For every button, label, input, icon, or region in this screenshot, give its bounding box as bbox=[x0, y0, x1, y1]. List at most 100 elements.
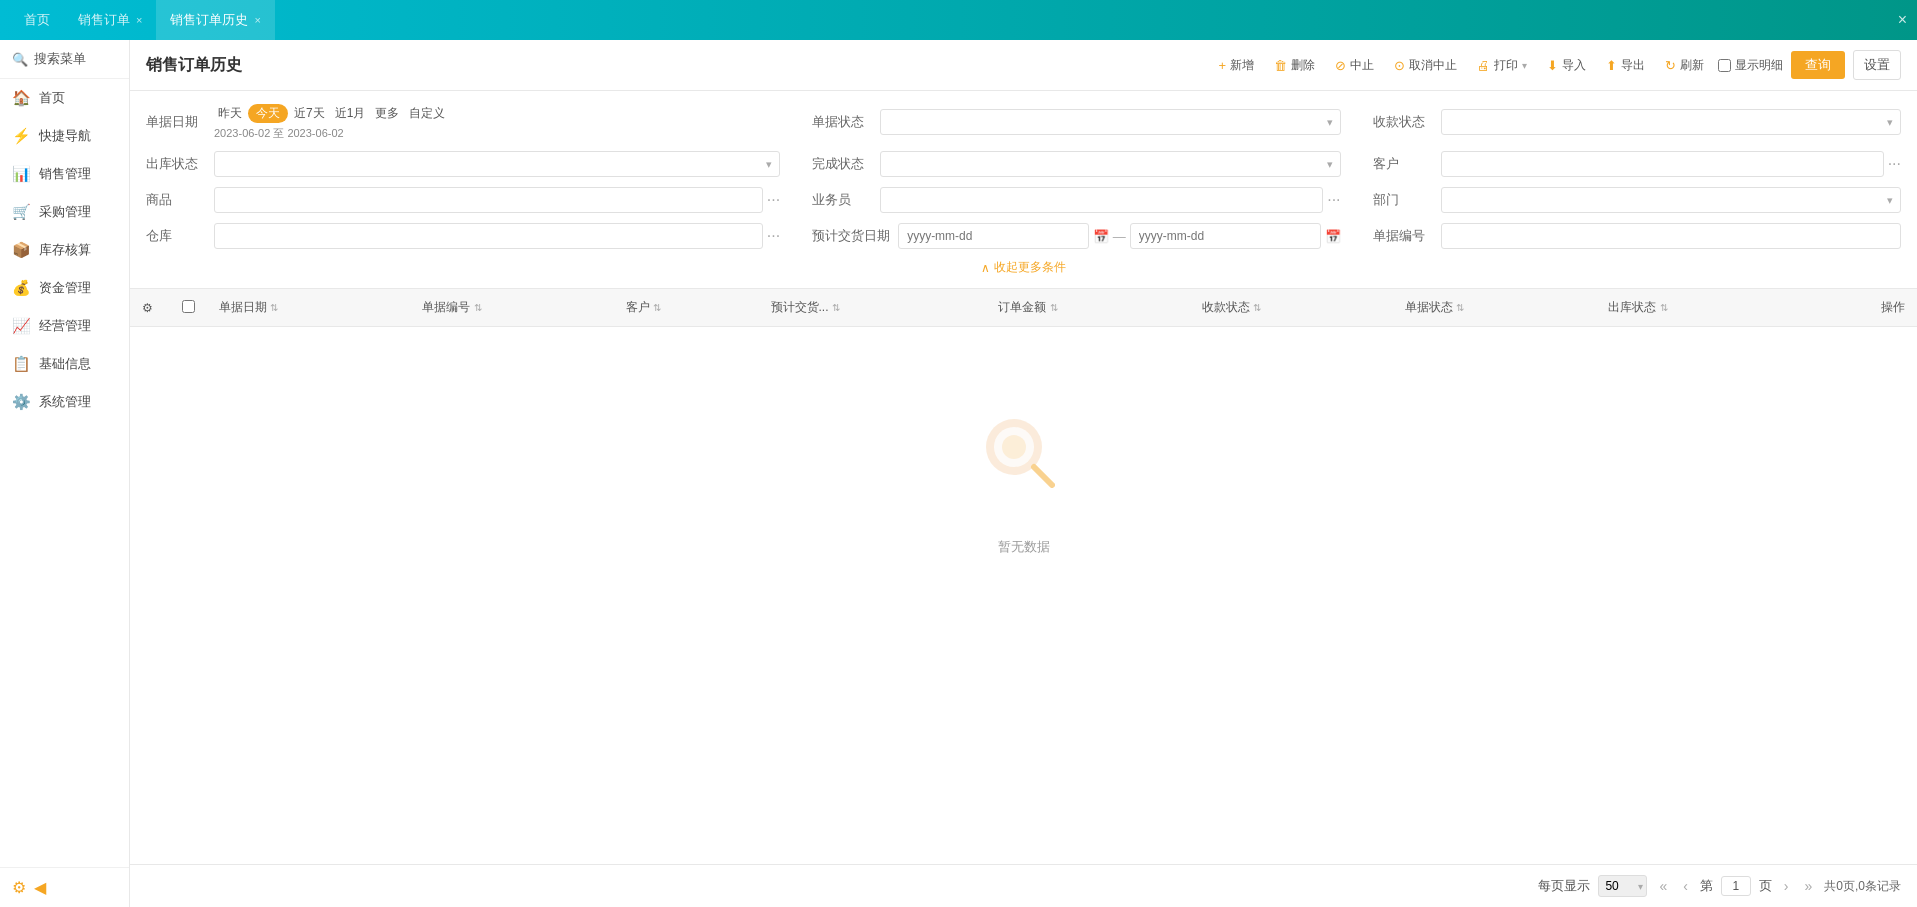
department-select[interactable] bbox=[1441, 187, 1901, 213]
sidebar-item-quick-nav[interactable]: ⚡ 快捷导航 bbox=[0, 117, 129, 155]
top-bar-right: × bbox=[1898, 11, 1907, 29]
next-page-button[interactable]: › bbox=[1780, 876, 1793, 896]
select-all-checkbox[interactable] bbox=[182, 300, 195, 313]
cancel-stop-button[interactable]: ⊙ 取消中止 bbox=[1388, 53, 1463, 78]
toolbar: + 新增 🗑 删除 ⊘ 中止 ⊙ 取消中止 🖨 打印 bbox=[1212, 50, 1901, 80]
th-outbound-status-label: 出库状态 bbox=[1608, 300, 1656, 314]
th-outbound-status-sort-icon: ⇅ bbox=[1660, 302, 1668, 313]
product-input[interactable] bbox=[214, 187, 763, 213]
query-button[interactable]: 查询 bbox=[1791, 51, 1845, 79]
sidebar-item-inventory[interactable]: 📦 库存核算 bbox=[0, 231, 129, 269]
date-7days-btn[interactable]: 近7天 bbox=[290, 103, 329, 124]
th-date[interactable]: 单据日期 ⇅ bbox=[207, 289, 410, 327]
th-date-sort-icon: ⇅ bbox=[270, 302, 278, 313]
current-page-input[interactable]: 1 bbox=[1721, 876, 1751, 896]
complete-status-select[interactable] bbox=[880, 151, 1340, 177]
filter-row-4: 仓库 ··· 预计交货日期 📅 — 📅 bbox=[146, 223, 1901, 249]
tab-sales-order-close[interactable]: × bbox=[136, 14, 142, 26]
expected-date-to-input[interactable] bbox=[1130, 223, 1321, 249]
tab-sales-order-history-close[interactable]: × bbox=[254, 14, 260, 26]
filter-row-2: 出库状态 ▾ 完成状态 ▾ bbox=[146, 151, 1901, 177]
outbound-status-select[interactable] bbox=[214, 151, 780, 177]
tab-home[interactable]: 首页 bbox=[10, 0, 64, 40]
display-toggle[interactable]: 显示明细 bbox=[1718, 57, 1783, 74]
content-area: 销售订单历史 + 新增 🗑 删除 ⊘ 中止 ⊙ 取消中止 bbox=[130, 40, 1917, 907]
filter-sales-rep: 业务员 ··· bbox=[812, 187, 1340, 213]
th-customer[interactable]: 客户 ⇅ bbox=[614, 289, 759, 327]
sidebar-settings-button[interactable]: ⚙ bbox=[12, 878, 26, 897]
th-customer-sort-icon: ⇅ bbox=[653, 302, 661, 313]
sidebar-item-sales[interactable]: 📊 销售管理 bbox=[0, 155, 129, 193]
sidebar-item-home[interactable]: 🏠 首页 bbox=[0, 79, 129, 117]
last-page-button[interactable]: » bbox=[1801, 876, 1817, 896]
sidebar-item-operation[interactable]: 📈 经营管理 bbox=[0, 307, 129, 345]
th-order-status[interactable]: 单据状态 ⇅ bbox=[1393, 289, 1596, 327]
import-button[interactable]: ⬇ 导入 bbox=[1541, 53, 1592, 78]
page-unit: 页 bbox=[1759, 877, 1772, 895]
svg-line-2 bbox=[1034, 467, 1052, 485]
th-order-status-sort-icon: ⇅ bbox=[1456, 302, 1464, 313]
sidebar-item-finance[interactable]: 💰 资金管理 bbox=[0, 269, 129, 307]
th-no[interactable]: 单据编号 ⇅ bbox=[410, 289, 613, 327]
expected-date-from-input[interactable] bbox=[898, 223, 1089, 249]
customer-dots[interactable]: ··· bbox=[1888, 155, 1901, 173]
th-checkbox[interactable] bbox=[170, 289, 207, 327]
th-gear[interactable]: ⚙ bbox=[130, 289, 170, 327]
page-size-select[interactable]: 10 20 50 100 bbox=[1598, 875, 1647, 897]
th-outbound-status[interactable]: 出库状态 ⇅ bbox=[1596, 289, 1799, 327]
add-button[interactable]: + 新增 bbox=[1212, 53, 1260, 78]
calendar-from-icon[interactable]: 📅 bbox=[1093, 229, 1109, 244]
gear-icon[interactable]: ⚙ bbox=[142, 301, 153, 315]
delete-button[interactable]: 🗑 删除 bbox=[1268, 53, 1321, 78]
receipt-status-select[interactable] bbox=[1441, 109, 1901, 135]
th-amount-sort-icon: ⇅ bbox=[1050, 302, 1058, 313]
th-date-label: 单据日期 bbox=[219, 300, 267, 314]
th-expected-date[interactable]: 预计交货... ⇅ bbox=[759, 289, 987, 327]
table-body: 暂无数据 bbox=[130, 327, 1917, 637]
sidebar-collapse-button[interactable]: ◀ bbox=[34, 878, 46, 897]
calendar-to-icon[interactable]: 📅 bbox=[1325, 229, 1341, 244]
settings-button[interactable]: 设置 bbox=[1853, 50, 1901, 80]
tab-sales-order-history[interactable]: 销售订单历史 × bbox=[156, 0, 274, 40]
filter-order-status: 单据状态 ▾ bbox=[812, 109, 1340, 135]
refresh-button[interactable]: ↻ 刷新 bbox=[1659, 53, 1710, 78]
sales-rep-dots[interactable]: ··· bbox=[1327, 191, 1340, 209]
collapse-row[interactable]: ∧ 收起更多条件 bbox=[146, 259, 1901, 276]
sidebar-item-purchase[interactable]: 🛒 采购管理 bbox=[0, 193, 129, 231]
th-amount[interactable]: 订单金额 ⇅ bbox=[986, 289, 1189, 327]
window-close-button[interactable]: × bbox=[1898, 11, 1907, 29]
tab-sales-order[interactable]: 销售订单 × bbox=[64, 0, 156, 40]
first-page-button[interactable]: « bbox=[1655, 876, 1671, 896]
order-status-select[interactable] bbox=[880, 109, 1340, 135]
sidebar-item-system[interactable]: ⚙️ 系统管理 bbox=[0, 383, 129, 421]
date-custom-btn[interactable]: 自定义 bbox=[405, 103, 449, 124]
empty-icon bbox=[974, 407, 1074, 526]
filter-receipt-status: 收款状态 ▾ bbox=[1373, 109, 1901, 135]
date-yesterday-btn[interactable]: 昨天 bbox=[214, 103, 246, 124]
svg-point-3 bbox=[1002, 435, 1026, 459]
export-button[interactable]: ⬆ 导出 bbox=[1600, 53, 1651, 78]
basic-info-icon: 📋 bbox=[12, 355, 31, 373]
main-layout: 🔍 搜索菜单 🏠 首页 ⚡ 快捷导航 📊 销售管理 🛒 采购管理 📦 库存核算 … bbox=[0, 40, 1917, 907]
th-receipt-status[interactable]: 收款状态 ⇅ bbox=[1190, 289, 1393, 327]
warehouse-dots[interactable]: ··· bbox=[767, 227, 780, 245]
sidebar-search[interactable]: 🔍 搜索菜单 bbox=[0, 40, 129, 79]
date-today-btn[interactable]: 今天 bbox=[248, 104, 288, 123]
prev-page-button[interactable]: ‹ bbox=[1679, 876, 1692, 896]
sidebar: 🔍 搜索菜单 🏠 首页 ⚡ 快捷导航 📊 销售管理 🛒 采购管理 📦 库存核算 … bbox=[0, 40, 130, 907]
warehouse-input[interactable] bbox=[214, 223, 763, 249]
stop-button[interactable]: ⊘ 中止 bbox=[1329, 53, 1380, 78]
order-no-input[interactable] bbox=[1441, 223, 1901, 249]
filter-outbound-status: 出库状态 ▾ bbox=[146, 151, 780, 177]
date-more-btn[interactable]: 更多 bbox=[371, 103, 403, 124]
customer-input[interactable] bbox=[1441, 151, 1884, 177]
product-dots[interactable]: ··· bbox=[767, 191, 780, 209]
sidebar-item-basic-info[interactable]: 📋 基础信息 bbox=[0, 345, 129, 383]
display-toggle-checkbox[interactable] bbox=[1718, 59, 1731, 72]
th-no-label: 单据编号 bbox=[422, 300, 470, 314]
date-1month-btn[interactable]: 近1月 bbox=[331, 103, 370, 124]
filter-expected-date: 预计交货日期 📅 — 📅 bbox=[812, 223, 1340, 249]
export-icon: ⬆ bbox=[1606, 58, 1617, 73]
print-button[interactable]: 🖨 打印 ▾ bbox=[1471, 53, 1533, 78]
sales-rep-input[interactable] bbox=[880, 187, 1323, 213]
